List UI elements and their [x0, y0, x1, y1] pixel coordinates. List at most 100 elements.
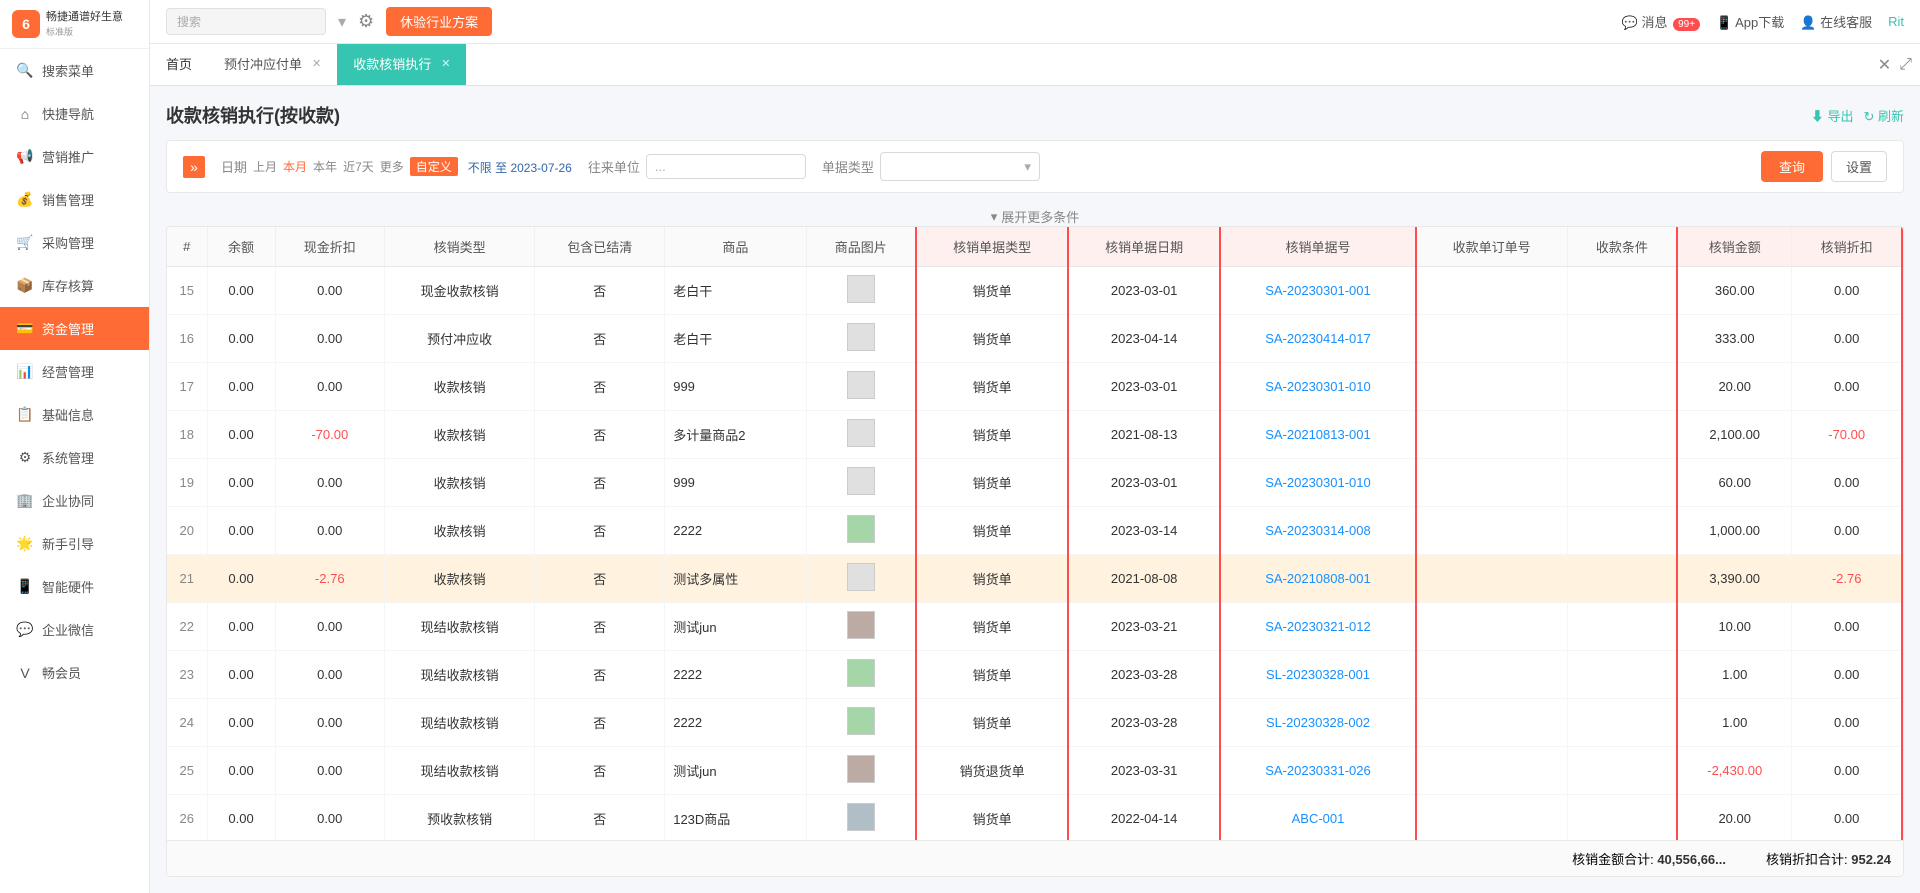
- td-goods-img: [806, 267, 916, 315]
- sidebar-item-quicknav[interactable]: ⌂快捷导航: [0, 92, 149, 135]
- date-7days[interactable]: 近7天: [343, 158, 374, 175]
- verify-doc-no-link[interactable]: SA-20230321-012: [1265, 619, 1371, 634]
- tab-expand-icon[interactable]: ⤢: [1899, 56, 1912, 74]
- member-icon: V: [16, 664, 34, 682]
- filter-bar: » 日期 上月 本月 本年 近7天 更多 自定义 不限 至 2023-07-26…: [166, 140, 1904, 193]
- verify-doc-no-link[interactable]: SA-20230301-010: [1265, 379, 1371, 394]
- verify-doc-no-link[interactable]: SA-20230301-001: [1265, 283, 1371, 298]
- verify-doc-no-link[interactable]: SA-20210808-001: [1265, 571, 1371, 586]
- verify-doc-no-link[interactable]: ABC-001: [1292, 811, 1345, 826]
- td-balance: 0.00: [207, 315, 275, 363]
- sidebar-item-inventory[interactable]: 📦库存核算: [0, 264, 149, 307]
- industry-btn[interactable]: 休验行业方案: [386, 7, 492, 36]
- sidebar-item-label-marketing: 营销推广: [42, 147, 94, 166]
- tab-prepaid-close[interactable]: ✕: [312, 57, 321, 70]
- td-verify-discount: 0.00: [1792, 699, 1902, 747]
- th-balance: 余额: [207, 227, 275, 267]
- verify-doc-no-link[interactable]: SA-20230414-017: [1265, 331, 1371, 346]
- td-cash-discount: 0.00: [275, 267, 384, 315]
- date-last-month[interactable]: 上月: [253, 158, 277, 175]
- td-verify-type: 现金收款核销: [384, 267, 534, 315]
- sidebar-item-label-sales: 销售管理: [42, 190, 94, 209]
- logo-icon: 6: [12, 10, 40, 38]
- sidebar-item-marketing[interactable]: 📢营销推广: [0, 135, 149, 178]
- topbar-msg[interactable]: 💬 消息 99+: [1622, 12, 1700, 31]
- td-balance: 0.00: [207, 555, 275, 603]
- filter-expand-btn[interactable]: »: [183, 156, 205, 178]
- topbar-service[interactable]: 👤 在线客服: [1800, 12, 1872, 31]
- date-custom[interactable]: 自定义: [410, 157, 458, 176]
- td-cash-discount: 0.00: [275, 459, 384, 507]
- td-verify-amount: 20.00: [1677, 795, 1792, 841]
- td-goods: 老白干: [665, 315, 806, 363]
- td-row-num: 22: [167, 603, 207, 651]
- sidebar-item-purchase[interactable]: 🛒采购管理: [0, 221, 149, 264]
- tab-verify-close[interactable]: ✕: [441, 57, 450, 70]
- doc-type-select[interactable]: ▾: [880, 152, 1040, 181]
- sidebar-item-basic[interactable]: 📋基础信息: [0, 393, 149, 436]
- sidebar-item-business[interactable]: 📊 经营管理: [0, 350, 149, 393]
- sidebar-item-search[interactable]: 🔍搜索菜单: [0, 49, 149, 92]
- sidebar-item-capital[interactable]: 💳资金管理: [0, 307, 149, 350]
- td-row-num: 15: [167, 267, 207, 315]
- sidebar-item-system[interactable]: ⚙系统管理: [0, 436, 149, 479]
- td-balance: 0.00: [207, 507, 275, 555]
- topbar-dropdown-icon[interactable]: ▾: [338, 12, 346, 32]
- td-verify-discount: 0.00: [1792, 267, 1902, 315]
- verify-doc-no-link[interactable]: SA-20230301-010: [1265, 475, 1371, 490]
- td-verify-doc-no: SA-20230301-001: [1220, 267, 1416, 315]
- sidebar-item-hardware[interactable]: 📱智能硬件: [0, 565, 149, 608]
- date-this-year[interactable]: 本年: [313, 158, 337, 175]
- filter-doc-type: 单据类型 ▾: [822, 152, 1040, 181]
- topbar-app[interactable]: 📱 App下载: [1716, 12, 1784, 31]
- td-cash-discount: 0.00: [275, 363, 384, 411]
- topbar-settings-icon[interactable]: ⚙: [358, 11, 374, 32]
- table-row: 25 0.00 0.00 现结收款核销 否 测试jun 销货退货单 2023-0…: [167, 747, 1902, 795]
- table-row: 15 0.00 0.00 现金收款核销 否 老白干 销货单 2023-03-01…: [167, 267, 1902, 315]
- sidebar-item-wechat[interactable]: 💬企业微信: [0, 608, 149, 651]
- sidebar-item-collab[interactable]: 🏢企业协同: [0, 479, 149, 522]
- tab-prepaid[interactable]: 预付冲应付单 ✕: [208, 44, 337, 85]
- date-more[interactable]: 更多: [380, 158, 404, 175]
- sidebar-item-label-hardware: 智能硬件: [42, 577, 94, 596]
- verify-doc-no-link[interactable]: SL-20230328-001: [1266, 667, 1370, 682]
- sidebar-item-member[interactable]: V畅会员: [0, 651, 149, 694]
- table-scroll[interactable]: # 余额 现金折扣 核销类型 包含已结清 商品 商品图片 核销单据类型 核销单据…: [167, 227, 1903, 840]
- td-verify-doc-date: 2023-03-28: [1068, 651, 1220, 699]
- tab-verify[interactable]: 收款核销执行 ✕: [337, 44, 466, 85]
- from-unit-input[interactable]: ...: [646, 154, 806, 179]
- td-verify-doc-date: 2023-03-21: [1068, 603, 1220, 651]
- td-include-settled: 否: [535, 411, 665, 459]
- export-btn[interactable]: ⬇ 导出: [1811, 106, 1854, 125]
- td-row-num: 20: [167, 507, 207, 555]
- query-btn[interactable]: 查询: [1761, 151, 1823, 182]
- td-balance: 0.00: [207, 459, 275, 507]
- date-this-month[interactable]: 本月: [283, 158, 307, 175]
- verify-doc-no-link[interactable]: SL-20230328-002: [1266, 715, 1370, 730]
- td-row-num: 17: [167, 363, 207, 411]
- td-verify-doc-date: 2021-08-13: [1068, 411, 1220, 459]
- td-verify-type: 收款核销: [384, 363, 534, 411]
- verify-doc-no-link[interactable]: SA-20210813-001: [1265, 427, 1371, 442]
- td-goods: 测试jun: [665, 603, 806, 651]
- td-verify-doc-no: SA-20210813-001: [1220, 411, 1416, 459]
- sidebar-item-sales[interactable]: 💰 销售管理: [0, 178, 149, 221]
- td-goods: 测试jun: [665, 747, 806, 795]
- sales-icon: 💰: [16, 191, 34, 209]
- sidebar-item-label-business: 经营管理: [42, 362, 94, 381]
- tab-close-window-icon[interactable]: ✕: [1878, 55, 1891, 75]
- wechat-icon: 💬: [16, 621, 34, 639]
- tab-home[interactable]: 首页: [150, 44, 208, 85]
- td-row-num: 16: [167, 315, 207, 363]
- verify-doc-no-link[interactable]: SA-20230314-008: [1265, 523, 1371, 538]
- expand-more-bar[interactable]: ▾ 展开更多条件: [166, 207, 1904, 226]
- verify-doc-no-link[interactable]: SA-20230331-026: [1265, 763, 1371, 778]
- td-balance: 0.00: [207, 603, 275, 651]
- td-row-num: 19: [167, 459, 207, 507]
- sidebar-item-newbie[interactable]: 🌟新手引导: [0, 522, 149, 565]
- topbar-user[interactable]: Rit: [1888, 14, 1904, 29]
- business-icon: 📊: [16, 363, 34, 381]
- refresh-btn[interactable]: ↻ 刷新: [1863, 106, 1904, 125]
- setting-btn[interactable]: 设置: [1831, 151, 1887, 182]
- th-include-settled: 包含已结清: [535, 227, 665, 267]
